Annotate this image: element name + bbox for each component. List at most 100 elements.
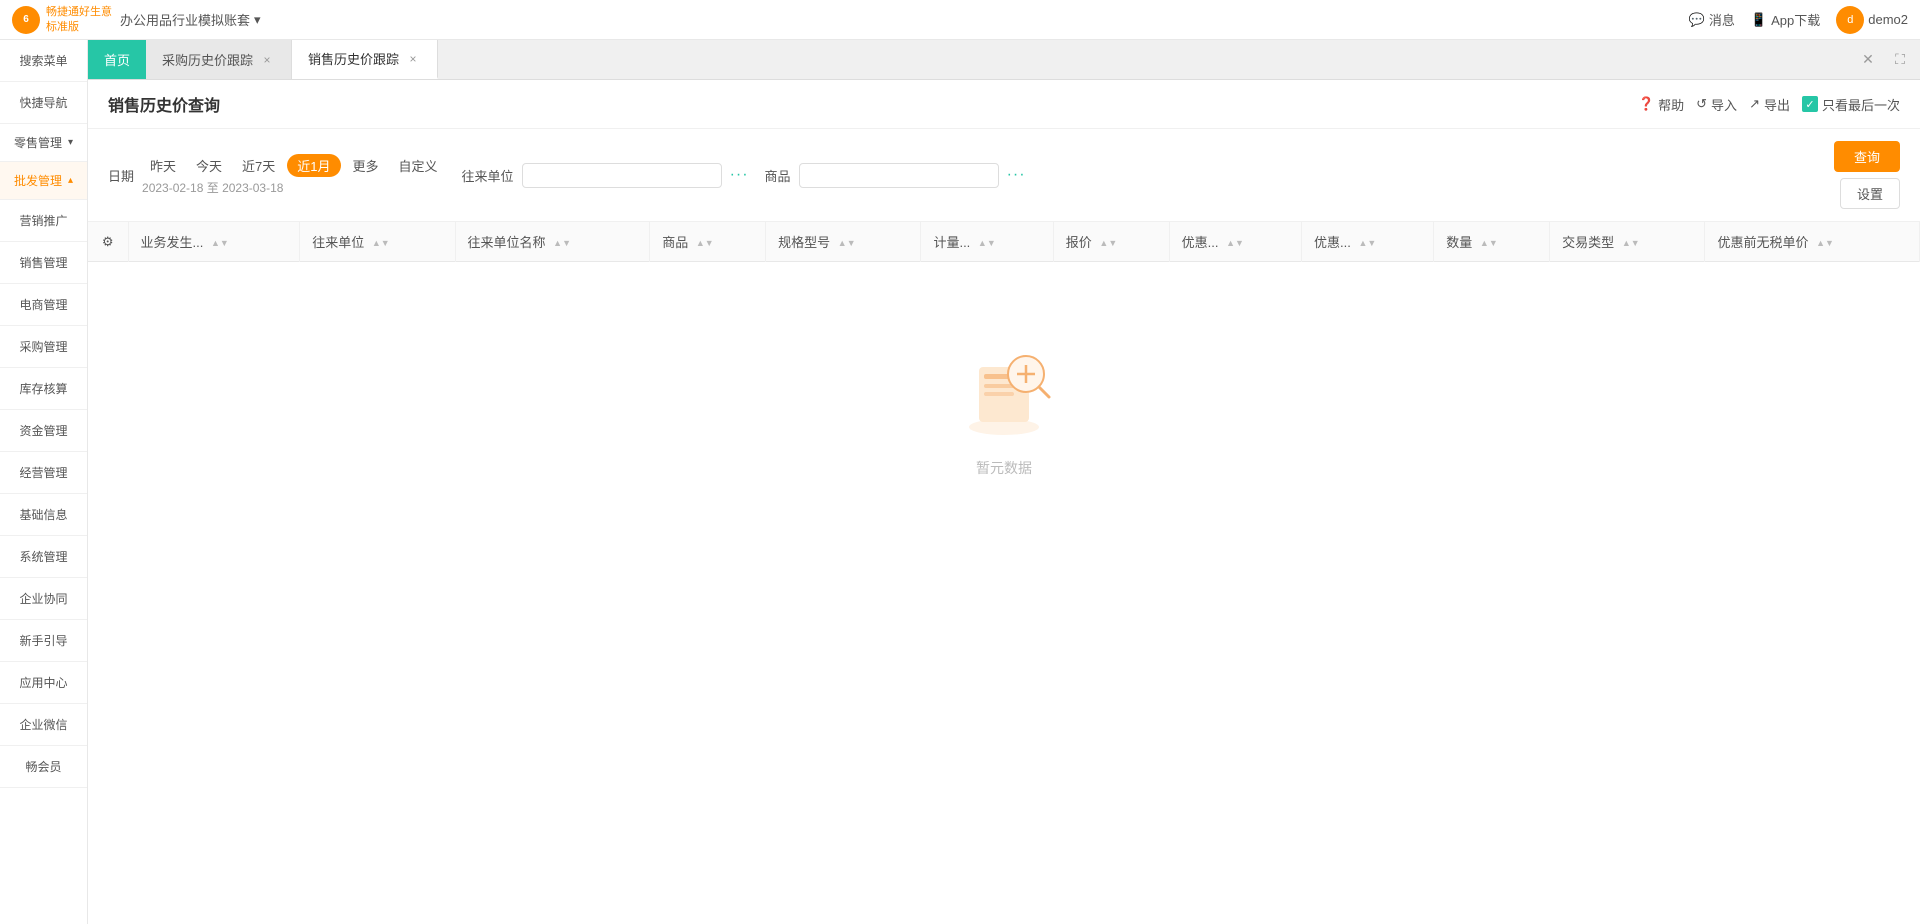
sidebar-item-inventory[interactable]: 库存核算 bbox=[0, 368, 87, 410]
main-layout: 搜索菜单 快捷导航 零售管理 ▾ 批发管理 ▴ 营销推广 销售管理 电商管理 采… bbox=[0, 40, 1920, 924]
sidebar-item-new-guide[interactable]: 新手引导 bbox=[0, 620, 87, 662]
user-profile[interactable]: d demo2 bbox=[1836, 6, 1908, 34]
goods-input[interactable] bbox=[799, 163, 999, 188]
sort-icon-trade-type: ▲▼ bbox=[1622, 239, 1640, 248]
enterprise-wechat-label: 企业微信 bbox=[19, 716, 67, 733]
phone-icon: 📱 bbox=[1751, 12, 1767, 28]
col-counterparty-code[interactable]: 往来单位 ▲▼ bbox=[300, 222, 455, 262]
close-sales-history-tab[interactable]: × bbox=[405, 51, 421, 67]
goods-input-group: ··· bbox=[799, 163, 1026, 188]
date-option-more[interactable]: 更多 bbox=[345, 154, 387, 177]
counterparty-dots-btn[interactable]: ··· bbox=[730, 166, 749, 184]
operations-label: 经营管理 bbox=[19, 464, 67, 481]
col-counterparty-name[interactable]: 往来单位名称 ▲▼ bbox=[455, 222, 650, 262]
col-trade-type[interactable]: 交易类型 ▲▼ bbox=[1550, 222, 1705, 262]
date-label: 日期 bbox=[108, 166, 134, 185]
ecommerce-label: 电商管理 bbox=[19, 296, 67, 313]
sidebar-item-app-center[interactable]: 应用中心 bbox=[0, 662, 87, 704]
sales-mgmt-label: 销售管理 bbox=[19, 254, 67, 271]
sidebar-item-enterprise-wechat[interactable]: 企业微信 bbox=[0, 704, 87, 746]
sidebar-item-basic-info[interactable]: 基础信息 bbox=[0, 494, 87, 536]
sidebar-item-retail-mgmt[interactable]: 零售管理 ▾ bbox=[0, 124, 87, 162]
import-btn[interactable]: ↺ 导入 bbox=[1696, 95, 1737, 114]
page-content: 销售历史价查询 ❓ 帮助 ↺ 导入 ↗ 导出 ✓ bbox=[88, 80, 1920, 924]
help-btn[interactable]: ❓ 帮助 bbox=[1638, 95, 1684, 114]
maximize-btn[interactable]: ⛶ bbox=[1888, 48, 1912, 72]
close-tab-btn[interactable]: ✕ bbox=[1856, 48, 1880, 72]
date-option-yesterday[interactable]: 昨天 bbox=[142, 154, 184, 177]
header-right: 💬 消息 📱 App下载 d demo2 bbox=[1689, 6, 1908, 34]
page-header: 销售历史价查询 ❓ 帮助 ↺ 导入 ↗ 导出 ✓ bbox=[88, 80, 1920, 129]
tab-purchase-history[interactable]: 采购历史价跟踪 × bbox=[146, 40, 292, 79]
export-icon: ↗ bbox=[1749, 96, 1760, 112]
app-download-btn[interactable]: 📱 App下载 bbox=[1751, 10, 1820, 29]
sort-icon-spec: ▲▼ bbox=[838, 239, 856, 248]
sidebar-item-operations[interactable]: 经营管理 bbox=[0, 452, 87, 494]
sidebar-item-ecommerce[interactable]: 电商管理 bbox=[0, 284, 87, 326]
date-option-last1month[interactable]: 近1月 bbox=[287, 154, 340, 177]
message-btn[interactable]: 💬 消息 bbox=[1689, 10, 1735, 29]
col-settings[interactable]: ⚙ bbox=[88, 222, 128, 262]
marketing-label: 营销推广 bbox=[19, 212, 67, 229]
sidebar-item-enterprise-coop[interactable]: 企业协同 bbox=[0, 578, 87, 620]
sidebar-item-wholesale-mgmt[interactable]: 批发管理 ▴ bbox=[0, 162, 87, 200]
new-guide-label: 新手引导 bbox=[19, 632, 67, 649]
settings-button[interactable]: 设置 bbox=[1840, 178, 1900, 209]
logo-icon: 6 bbox=[12, 6, 40, 34]
close-purchase-history-tab[interactable]: × bbox=[259, 52, 275, 68]
page-title: 销售历史价查询 bbox=[108, 92, 220, 116]
system-label: 系统管理 bbox=[19, 548, 67, 565]
col-discount1[interactable]: 优惠... ▲▼ bbox=[1169, 222, 1301, 262]
app-selector[interactable]: 办公用品行业模拟账套 ▾ bbox=[120, 10, 261, 29]
filter-bar: 日期 昨天 今天 近7天 近1月 更多 自定义 2023-02-18 至 202… bbox=[88, 129, 1920, 222]
sidebar-item-quick-nav[interactable]: 快捷导航 bbox=[0, 82, 87, 124]
import-icon: ↺ bbox=[1696, 96, 1707, 112]
date-option-last7[interactable]: 近7天 bbox=[234, 154, 283, 177]
col-quote[interactable]: 报价 ▲▼ bbox=[1053, 222, 1169, 262]
export-btn[interactable]: ↗ 导出 bbox=[1749, 95, 1790, 114]
col-goods[interactable]: 商品 ▲▼ bbox=[650, 222, 766, 262]
only-last-checkbox-item[interactable]: ✓ 只看最后一次 bbox=[1802, 95, 1900, 114]
member-label: 畅会员 bbox=[25, 758, 61, 775]
basic-info-label: 基础信息 bbox=[19, 506, 67, 523]
sidebar-item-sales-mgmt[interactable]: 销售管理 bbox=[0, 242, 87, 284]
tab-home[interactable]: 首页 bbox=[88, 40, 146, 79]
sidebar-item-search-menu[interactable]: 搜索菜单 bbox=[0, 40, 87, 82]
col-spec[interactable]: 规格型号 ▲▼ bbox=[766, 222, 921, 262]
chevron-down-icon: ▾ bbox=[68, 137, 73, 148]
col-biz-date[interactable]: 业务发生... ▲▼ bbox=[128, 222, 300, 262]
col-unit[interactable]: 计量... ▲▼ bbox=[921, 222, 1053, 262]
wholesale-mgmt-label: 批发管理 bbox=[14, 172, 62, 189]
empty-text: 暂元数据 bbox=[976, 458, 1032, 478]
sort-icon-discount2: ▲▼ bbox=[1358, 239, 1376, 248]
sort-icon-quote: ▲▼ bbox=[1099, 239, 1117, 248]
table-header: ⚙ 业务发生... ▲▼ 往来单位 ▲▼ 往来单位名称 bbox=[88, 222, 1920, 262]
counterparty-filter-group: 往来单位 ··· bbox=[462, 163, 749, 188]
sidebar-item-purchase[interactable]: 采购管理 bbox=[0, 326, 87, 368]
counterparty-input[interactable] bbox=[522, 163, 722, 188]
sidebar-item-system[interactable]: 系统管理 bbox=[0, 536, 87, 578]
date-option-custom[interactable]: 自定义 bbox=[391, 154, 446, 177]
date-option-today[interactable]: 今天 bbox=[188, 154, 230, 177]
retail-mgmt-label: 零售管理 bbox=[14, 134, 62, 151]
sort-icon-counterparty-name: ▲▼ bbox=[553, 239, 571, 248]
sort-icon-pre-tax-price: ▲▼ bbox=[1816, 239, 1834, 248]
sidebar-item-marketing[interactable]: 营销推广 bbox=[0, 200, 87, 242]
table-header-row: ⚙ 业务发生... ▲▼ 往来单位 ▲▼ 往来单位名称 bbox=[88, 222, 1920, 262]
col-pre-tax-price[interactable]: 优惠前无税单价 ▲▼ bbox=[1705, 222, 1920, 262]
tab-actions: ✕ ⛶ bbox=[1848, 40, 1920, 79]
goods-dots-btn[interactable]: ··· bbox=[1007, 166, 1026, 184]
col-quantity[interactable]: 数量 ▲▼ bbox=[1434, 222, 1550, 262]
col-discount2[interactable]: 优惠... ▲▼ bbox=[1301, 222, 1433, 262]
sidebar-item-finance[interactable]: 资金管理 bbox=[0, 410, 87, 452]
query-button[interactable]: 查询 bbox=[1834, 141, 1900, 172]
date-range: 2023-02-18 至 2023-03-18 bbox=[142, 179, 446, 196]
only-last-checkbox[interactable]: ✓ bbox=[1802, 96, 1818, 112]
goods-label: 商品 bbox=[765, 166, 791, 185]
sort-icon-unit: ▲▼ bbox=[978, 239, 996, 248]
help-icon: ❓ bbox=[1638, 96, 1654, 112]
sidebar-item-member[interactable]: 畅会员 bbox=[0, 746, 87, 788]
data-table: ⚙ 业务发生... ▲▼ 往来单位 ▲▼ 往来单位名称 bbox=[88, 222, 1920, 262]
tab-sales-history[interactable]: 销售历史价跟踪 × bbox=[292, 40, 438, 79]
inventory-label: 库存核算 bbox=[19, 380, 67, 397]
